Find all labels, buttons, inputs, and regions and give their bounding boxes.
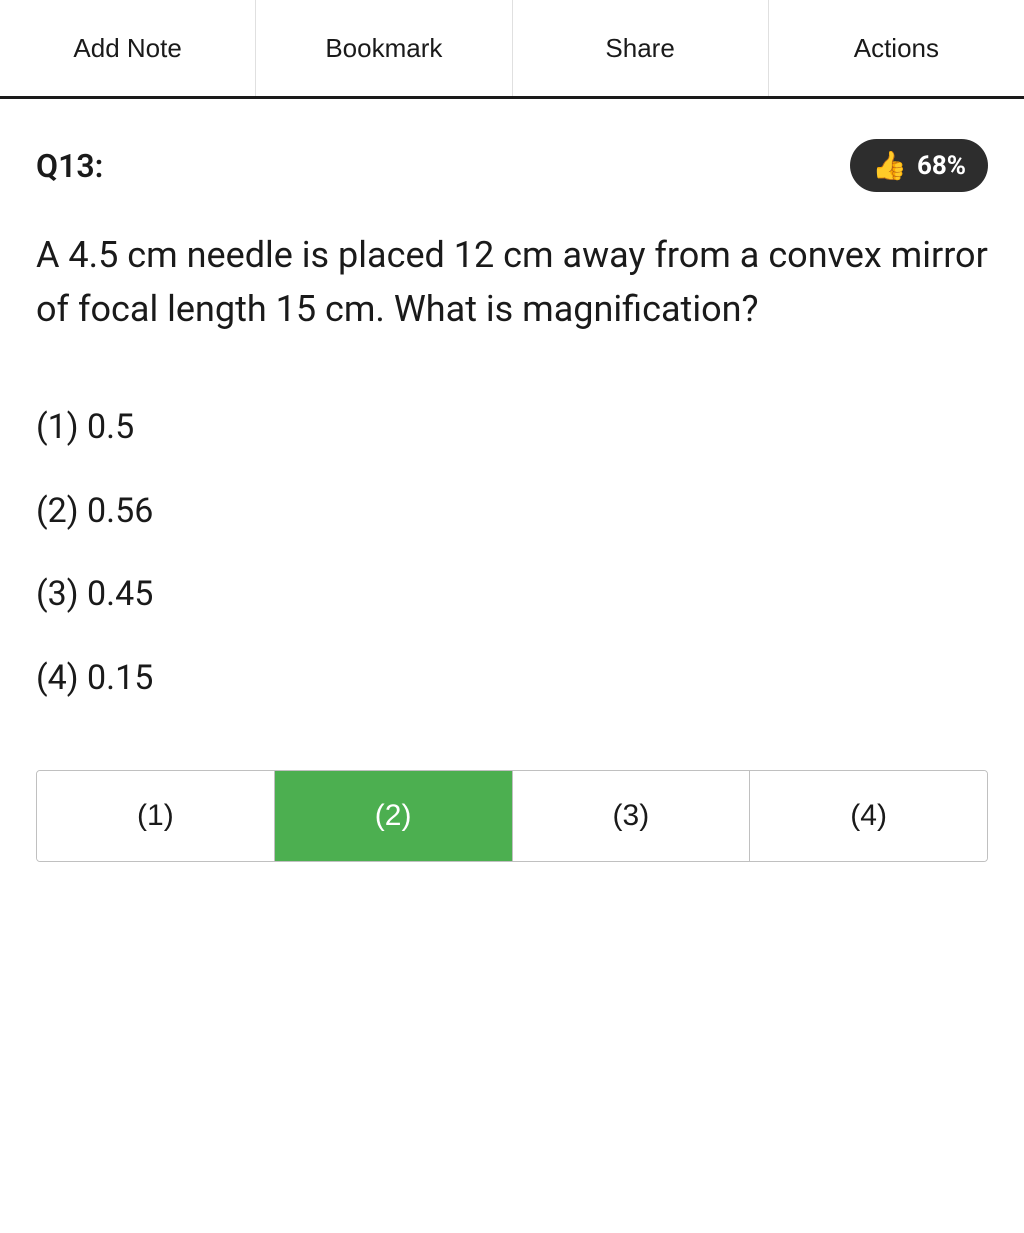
option-2[interactable]: (2) 0.56 — [36, 470, 988, 554]
option-1[interactable]: (1) 0.5 — [36, 386, 988, 470]
question-number: Q13: — [36, 147, 103, 185]
option-3[interactable]: (3) 0.45 — [36, 553, 988, 637]
question-header: Q13: 👍 68% — [36, 139, 988, 192]
share-button[interactable]: Share — [513, 0, 769, 96]
main-content: Q13: 👍 68% A 4.5 cm needle is placed 12 … — [0, 99, 1024, 892]
answer-btn-3[interactable]: (3) — [513, 771, 751, 861]
answer-buttons-row: (1) (2) (3) (4) — [36, 770, 988, 862]
add-note-button[interactable]: Add Note — [0, 0, 256, 96]
question-text: A 4.5 cm needle is placed 12 cm away fro… — [36, 228, 988, 336]
bookmark-button[interactable]: Bookmark — [256, 0, 512, 96]
options-list: (1) 0.5 (2) 0.56 (3) 0.45 (4) 0.15 — [36, 386, 988, 720]
answer-btn-4[interactable]: (4) — [750, 771, 987, 861]
toolbar: Add Note Bookmark Share Actions — [0, 0, 1024, 99]
actions-button[interactable]: Actions — [769, 0, 1024, 96]
thumbs-up-icon: 👍 — [872, 149, 907, 182]
answer-btn-2[interactable]: (2) — [275, 771, 513, 861]
option-4[interactable]: (4) 0.15 — [36, 637, 988, 721]
approval-percentage: 68% — [917, 151, 966, 181]
answer-btn-1[interactable]: (1) — [37, 771, 275, 861]
approval-badge: 👍 68% — [850, 139, 988, 192]
